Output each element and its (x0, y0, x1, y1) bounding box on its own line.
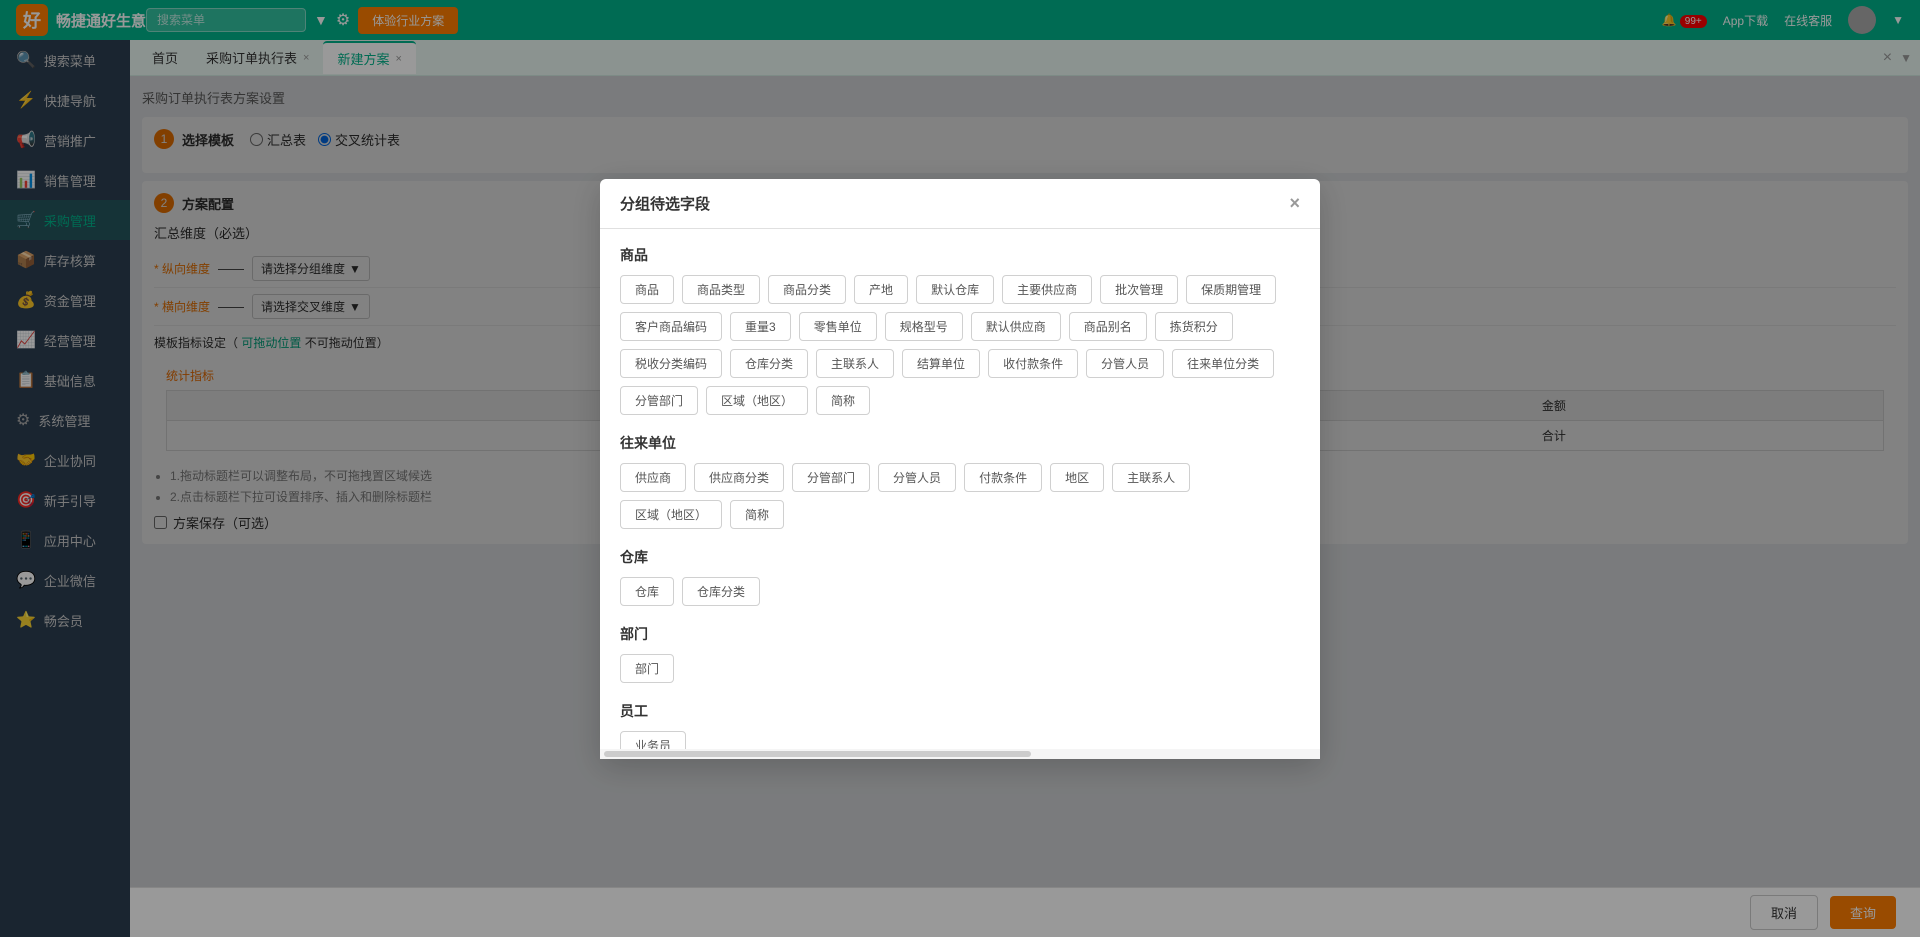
field-tag[interactable]: 拣货积分 (1155, 312, 1233, 341)
field-tag[interactable]: 仓库 (620, 577, 674, 606)
field-tag[interactable]: 付款条件 (964, 463, 1042, 492)
field-tag[interactable]: 供应商 (620, 463, 686, 492)
field-tag[interactable]: 税收分类编码 (620, 349, 722, 378)
modal-section-title-goods: 商品 (620, 245, 1300, 265)
field-tag[interactable]: 往来单位分类 (1172, 349, 1274, 378)
field-tag[interactable]: 零售单位 (799, 312, 877, 341)
field-tag[interactable]: 分管部门 (620, 386, 698, 415)
field-tag[interactable]: 重量3 (730, 312, 791, 341)
field-tag[interactable]: 分管人员 (878, 463, 956, 492)
modal-section-goods: 商品商品商品类型商品分类产地默认仓库主要供应商批次管理保质期管理客户商品编码重量… (620, 245, 1300, 415)
field-tag[interactable]: 分管人员 (1086, 349, 1164, 378)
modal-horizontal-scrollbar[interactable] (600, 749, 1320, 758)
field-tag[interactable]: 主联系人 (1112, 463, 1190, 492)
field-tag[interactable]: 主联系人 (816, 349, 894, 378)
modal-section-tags-counterpart: 供应商供应商分类分管部门分管人员付款条件地区主联系人区域（地区） 简称 (620, 463, 1300, 529)
modal-section-employee: 员工业务员 (620, 701, 1300, 750)
modal-section-counterpart: 往来单位供应商供应商分类分管部门分管人员付款条件地区主联系人区域（地区） 简称 (620, 433, 1300, 529)
field-tag[interactable]: 商品分类 (768, 275, 846, 304)
field-tag[interactable]: 业务员 (620, 731, 686, 750)
field-tag[interactable]: 区域（地区） (620, 500, 722, 529)
modal-section-title-department: 部门 (620, 624, 1300, 644)
modal-section-tags-warehouse: 仓库仓库分类 (620, 577, 1300, 606)
modal-body[interactable]: 商品商品商品类型商品分类产地默认仓库主要供应商批次管理保质期管理客户商品编码重量… (600, 229, 1320, 750)
modal-section-title-warehouse: 仓库 (620, 547, 1300, 567)
field-tag[interactable]: 产地 (854, 275, 908, 304)
field-tag[interactable]: 供应商分类 (694, 463, 784, 492)
field-tag[interactable]: 主要供应商 (1002, 275, 1092, 304)
field-tag[interactable]: 保质期管理 (1186, 275, 1276, 304)
modal-header: 分组待选字段 × (600, 179, 1320, 229)
modal-section-warehouse: 仓库仓库仓库分类 (620, 547, 1300, 606)
modal-title: 分组待选字段 (620, 193, 710, 214)
field-tag[interactable]: 批次管理 (1100, 275, 1178, 304)
field-tag[interactable]: 仓库分类 (730, 349, 808, 378)
modal-overlay: 分组待选字段 × 商品商品商品类型商品分类产地默认仓库主要供应商批次管理保质期管… (0, 0, 1920, 937)
field-tag[interactable]: 仓库分类 (682, 577, 760, 606)
modal-close-button[interactable]: × (1289, 193, 1300, 214)
modal-section-tags-department: 部门 (620, 654, 1300, 683)
field-tag[interactable]: 区域（地区） (706, 386, 808, 415)
modal-section-department: 部门部门 (620, 624, 1300, 683)
modal: 分组待选字段 × 商品商品商品类型商品分类产地默认仓库主要供应商批次管理保质期管… (600, 179, 1320, 759)
field-tag[interactable]: 简称 (816, 386, 870, 415)
field-tag[interactable]: 商品类型 (682, 275, 760, 304)
field-tag[interactable]: 默认供应商 (971, 312, 1061, 341)
field-tag[interactable]: 分管部门 (792, 463, 870, 492)
field-tag[interactable]: 商品别名 (1069, 312, 1147, 341)
field-tag[interactable]: 部门 (620, 654, 674, 683)
modal-section-tags-employee: 业务员 (620, 731, 1300, 750)
modal-section-title-employee: 员工 (620, 701, 1300, 721)
field-tag[interactable]: 默认仓库 (916, 275, 994, 304)
field-tag[interactable]: 简称 (730, 500, 784, 529)
field-tag[interactable]: 收付款条件 (988, 349, 1078, 378)
field-tag[interactable]: 结算单位 (902, 349, 980, 378)
field-tag[interactable]: 商品 (620, 275, 674, 304)
modal-section-title-counterpart: 往来单位 (620, 433, 1300, 453)
field-tag[interactable]: 规格型号 (885, 312, 963, 341)
modal-hscroll-thumb (604, 751, 1031, 757)
modal-section-tags-goods: 商品商品类型商品分类产地默认仓库主要供应商批次管理保质期管理客户商品编码重量3 零… (620, 275, 1300, 415)
field-tag[interactable]: 客户商品编码 (620, 312, 722, 341)
field-tag[interactable]: 地区 (1050, 463, 1104, 492)
